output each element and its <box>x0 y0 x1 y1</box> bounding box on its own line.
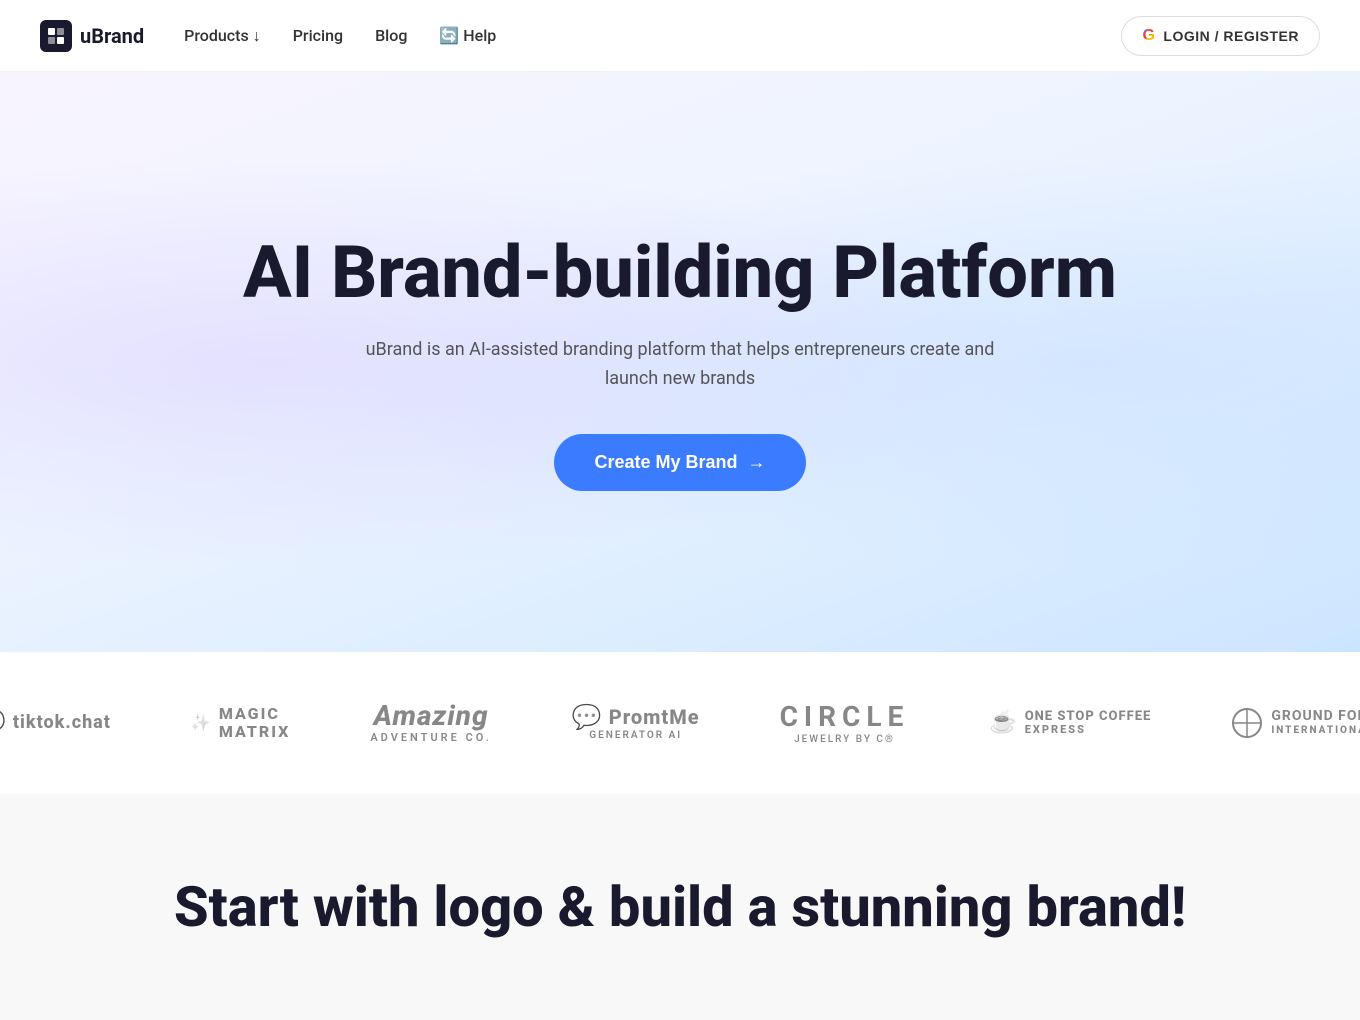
nav-left: uBrand Products ↓ Pricing Blog 🔄 Help <box>40 20 496 52</box>
coffee-icon: ☕ <box>989 710 1018 735</box>
create-brand-button[interactable]: Create My Brand → <box>554 434 805 491</box>
brand-logo-circle: CIRCLE JEWELRY BY C® <box>780 700 910 746</box>
help-icon: 🔄 <box>439 26 459 45</box>
logos-section: 💬 tiktok.chat ✨ MAGIC MATRIX Amazing ADV… <box>0 652 1360 794</box>
login-button[interactable]: G LOGIN / REGISTER <box>1121 16 1320 56</box>
bottom-section: Start with logo & build a stunning brand… <box>0 794 1360 1020</box>
groundforce-emblem <box>1231 707 1263 739</box>
brand-logo-tiktok: 💬 tiktok.chat <box>0 708 111 738</box>
nav-help[interactable]: 🔄 Help <box>439 26 496 45</box>
brand-logo-groundforce: GROUND FORCE INTERNATIONAL <box>1231 707 1360 739</box>
logo-text: uBrand <box>80 24 144 48</box>
brand-logo-coffee: ☕ ONE STOP COFFEE EXPRESS <box>989 710 1151 736</box>
nav-blog[interactable]: Blog <box>375 26 407 45</box>
navbar: uBrand Products ↓ Pricing Blog 🔄 Help G … <box>0 0 1360 72</box>
nav-right: G LOGIN / REGISTER <box>1121 16 1320 56</box>
arrow-icon: → <box>748 452 766 473</box>
logo-icon <box>40 20 72 52</box>
hero-section: AI Brand-building Platform uBrand is an … <box>0 72 1360 652</box>
chat-icon: 💬 <box>0 708 7 738</box>
nav-pricing[interactable]: Pricing <box>293 26 343 45</box>
brand-logo-promptme: 💬 PromtMe GENERATOR AI <box>572 704 700 741</box>
nav-links: Products ↓ Pricing Blog 🔄 Help <box>184 26 496 46</box>
sparkle-icon: ✨ <box>191 713 213 732</box>
brand-logo-amazing: Amazing ADVENTURE CO. <box>370 701 492 744</box>
logo[interactable]: uBrand <box>40 20 144 52</box>
nav-products[interactable]: Products ↓ <box>184 26 261 46</box>
hero-subtitle: uBrand is an AI-assisted branding platfo… <box>340 336 1020 394</box>
hero-title: AI Brand-building Platform <box>243 233 1117 312</box>
prompt-icon: 💬 <box>572 704 603 730</box>
brand-logo-magic-matrix: ✨ MAGIC MATRIX <box>191 705 290 740</box>
logos-row: 💬 tiktok.chat ✨ MAGIC MATRIX Amazing ADV… <box>0 700 1360 746</box>
google-icon: G <box>1142 27 1155 45</box>
bottom-title: Start with logo & build a stunning brand… <box>40 874 1320 940</box>
